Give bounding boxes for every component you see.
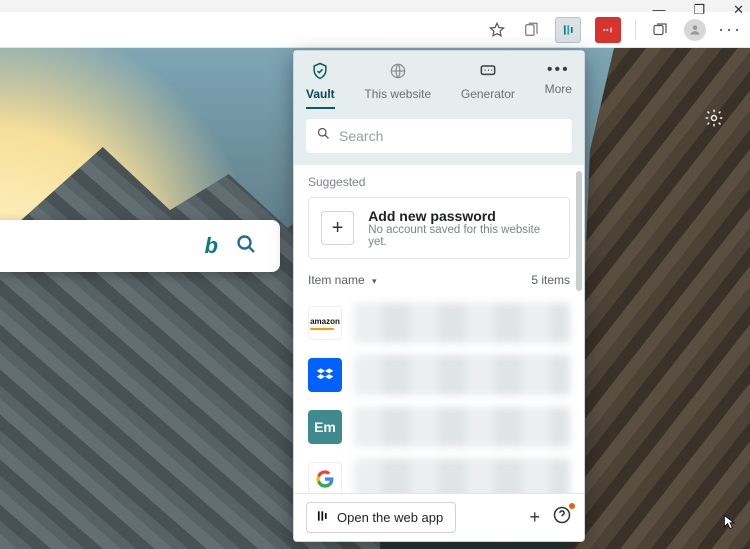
popup-body: Suggested + Add new password No account … <box>294 165 584 493</box>
suggested-heading: Suggested <box>308 175 570 189</box>
popup-tabs: Vault This website Generator ••• More <box>306 61 572 109</box>
sort-by-button[interactable]: Item name ▾ <box>308 273 377 287</box>
google-favicon-icon <box>308 462 342 493</box>
tab-label: Generator <box>461 87 515 101</box>
window-close-icon[interactable]: ✕ <box>733 2 744 18</box>
toolbar-separator <box>635 20 636 40</box>
titlebar <box>0 0 750 12</box>
tabs-overview-icon[interactable] <box>650 20 670 40</box>
item-details-redacted <box>354 303 570 343</box>
more-icon: ••• <box>547 61 570 79</box>
search-input[interactable] <box>339 128 562 144</box>
notification-dot-icon <box>569 503 575 509</box>
items-list-header: Item name ▾ 5 items <box>308 273 570 287</box>
dashlane-icon <box>315 509 329 526</box>
tab-generator[interactable]: Generator <box>461 61 515 109</box>
dashlane-popup: Vault This website Generator ••• More <box>293 50 585 542</box>
tab-label: This website <box>364 87 431 101</box>
list-item[interactable]: Em <box>308 401 570 453</box>
items-list: amazon Em <box>308 297 570 493</box>
add-password-subtitle: No account saved for this website yet. <box>368 224 557 248</box>
dashlane-extension-icon[interactable] <box>555 17 581 43</box>
items-count: 5 items <box>531 273 570 287</box>
favorites-icon[interactable] <box>487 20 507 40</box>
item-details-redacted <box>354 459 570 493</box>
list-item[interactable] <box>308 453 570 493</box>
lastpass-extension-icon[interactable] <box>595 17 621 43</box>
profile-avatar[interactable] <box>684 19 706 41</box>
window-controls: — ❐ ✕ <box>652 2 744 18</box>
item-details-redacted <box>354 407 570 447</box>
em-favicon-icon: Em <box>308 410 342 444</box>
globe-icon <box>388 61 408 84</box>
window-minimize-icon[interactable]: — <box>652 2 665 18</box>
page-settings-icon[interactable] <box>704 108 724 133</box>
tab-this-website[interactable]: This website <box>364 61 431 109</box>
window-maximize-icon[interactable]: ❐ <box>693 2 705 18</box>
newtab-search-box[interactable]: b <box>0 220 280 272</box>
tab-more[interactable]: ••• More <box>545 61 572 109</box>
help-button[interactable] <box>552 505 572 530</box>
list-item[interactable]: amazon <box>308 297 570 349</box>
popup-header: Vault This website Generator ••• More <box>294 51 584 165</box>
tab-label: More <box>545 82 572 96</box>
open-web-app-button[interactable]: Open the web app <box>306 502 456 533</box>
bing-logo-icon: b <box>205 233 218 259</box>
caret-down-icon: ▾ <box>372 276 377 286</box>
browser-toolbar: ··· <box>0 12 750 48</box>
collections-icon[interactable] <box>521 20 541 40</box>
search-icon[interactable] <box>234 232 258 261</box>
plus-icon: + <box>321 211 354 245</box>
generator-icon <box>478 61 498 84</box>
add-password-card[interactable]: + Add new password No account saved for … <box>308 197 570 259</box>
mouse-cursor-icon <box>722 514 738 535</box>
search-icon <box>316 126 331 146</box>
item-details-redacted <box>354 355 570 395</box>
popup-footer: Open the web app + <box>294 493 584 541</box>
browser-menu-icon[interactable]: ··· <box>720 20 740 40</box>
dropbox-favicon-icon <box>308 358 342 392</box>
list-item[interactable] <box>308 349 570 401</box>
popup-search[interactable] <box>306 119 572 153</box>
tab-vault[interactable]: Vault <box>306 61 335 109</box>
add-password-title: Add new password <box>368 208 557 224</box>
open-web-app-label: Open the web app <box>337 510 443 525</box>
scrollbar[interactable] <box>576 171 582 291</box>
tab-label: Vault <box>306 87 335 101</box>
shield-icon <box>310 61 330 84</box>
add-item-button[interactable]: + <box>529 507 540 528</box>
amazon-favicon-icon: amazon <box>308 306 342 340</box>
